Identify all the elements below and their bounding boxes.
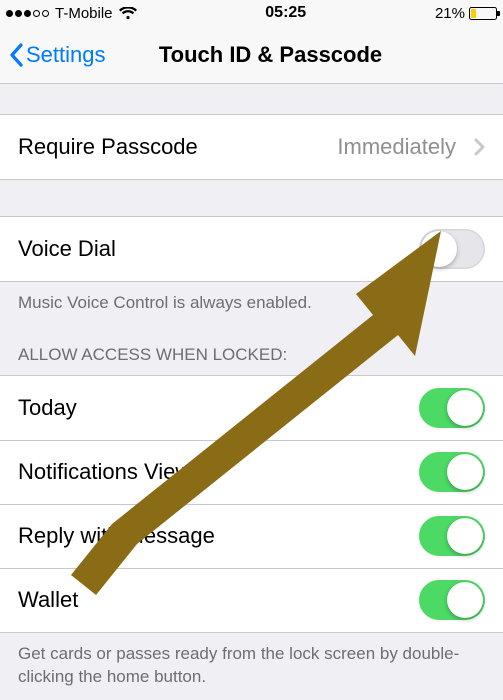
status-bar: T-Mobile 05:25 21% — [0, 0, 503, 26]
today-label: Today — [18, 395, 407, 421]
battery-percent: 21% — [435, 5, 465, 22]
row-reply-with-message: Reply with Message — [0, 504, 503, 568]
require-passcode-label: Require Passcode — [18, 134, 325, 160]
back-button[interactable]: Settings — [8, 42, 106, 68]
allow-access-footer: Get cards or passes ready from the lock … — [0, 633, 503, 700]
row-today: Today — [0, 376, 503, 440]
group-require-passcode: Require Passcode Immediately — [0, 114, 503, 180]
group-voice-dial: Voice Dial — [0, 216, 503, 282]
row-wallet: Wallet — [0, 568, 503, 632]
wallet-label: Wallet — [18, 587, 407, 613]
wifi-icon — [119, 7, 137, 20]
toggle-knob — [421, 231, 457, 267]
chevron-right-icon — [474, 138, 485, 156]
back-label: Settings — [26, 42, 106, 68]
row-require-passcode[interactable]: Require Passcode Immediately — [0, 115, 503, 179]
voice-dial-toggle[interactable] — [419, 229, 485, 269]
reply-with-message-label: Reply with Message — [18, 523, 407, 549]
toggle-knob — [447, 582, 483, 618]
toggle-knob — [447, 390, 483, 426]
battery-icon — [469, 7, 497, 20]
allow-access-header: ALLOW ACCESS WHEN LOCKED: — [0, 345, 503, 375]
notifications-view-toggle[interactable] — [419, 452, 485, 492]
battery-fill — [471, 9, 476, 18]
nav-bar: Settings Touch ID & Passcode — [0, 26, 503, 84]
status-right: 21% — [435, 5, 497, 22]
row-notifications-view: Notifications View — [0, 440, 503, 504]
carrier-label: T-Mobile — [55, 5, 113, 22]
chevron-left-icon — [8, 43, 24, 67]
today-toggle[interactable] — [419, 388, 485, 428]
notifications-view-label: Notifications View — [18, 459, 407, 485]
row-voice-dial: Voice Dial — [0, 217, 503, 281]
reply-with-message-toggle[interactable] — [419, 516, 485, 556]
content: Require Passcode Immediately Voice Dial … — [0, 84, 503, 700]
toggle-knob — [447, 518, 483, 554]
voice-dial-label: Voice Dial — [18, 236, 407, 262]
status-left: T-Mobile — [6, 5, 137, 22]
toggle-knob — [447, 454, 483, 490]
clock: 05:25 — [265, 4, 306, 22]
voice-dial-footer: Music Voice Control is always enabled. — [0, 282, 503, 327]
signal-strength-icon — [6, 10, 49, 17]
require-passcode-value: Immediately — [337, 134, 456, 160]
wallet-toggle[interactable] — [419, 580, 485, 620]
group-allow-access: Today Notifications View Reply with Mess… — [0, 375, 503, 633]
